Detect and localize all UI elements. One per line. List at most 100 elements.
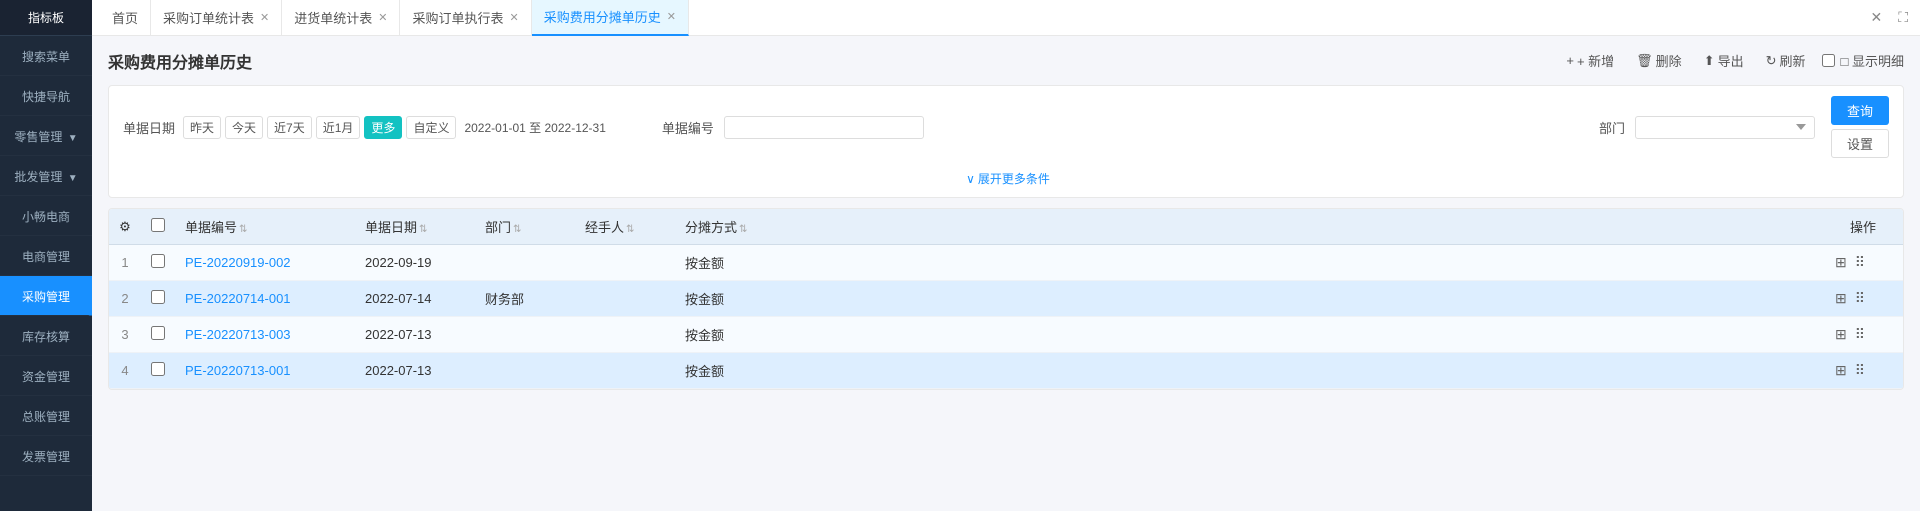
row-action-group: ⊞ ⠿ <box>1833 360 1893 381</box>
select-all-checkbox[interactable] <box>151 218 165 232</box>
tab-close-inbound-stats[interactable]: ✕ <box>378 11 387 24</box>
tab-close-purchase-order-stats[interactable]: ✕ <box>260 11 269 24</box>
tab-purchase-fee-history[interactable]: 采购费用分摊单历史 ✕ <box>532 0 689 36</box>
row-edit-icon[interactable]: ⊞ <box>1833 360 1849 381</box>
date-filter-group: 单据日期 昨天 今天 近7天 近1月 更多 自定义 2022-01-01 至 2… <box>123 116 606 139</box>
row-edit-icon[interactable]: ⊞ <box>1833 324 1849 345</box>
row-more-icon[interactable]: ⠿ <box>1853 324 1867 345</box>
tab-purchase-order-stats[interactable]: 采购订单统计表 ✕ <box>151 0 282 36</box>
table-row: 1 PE-20220919-002 2022-09-19 按金额 ⊞ ⠿ <box>109 245 1903 281</box>
doc-no-filter-group: 单据编号 <box>662 116 924 139</box>
doc-no-link[interactable]: PE-20220713-001 <box>185 363 291 378</box>
filter-area: 单据日期 昨天 今天 近7天 近1月 更多 自定义 2022-01-01 至 2… <box>108 85 1904 198</box>
row-checkbox[interactable] <box>151 326 165 340</box>
row-checkbox-cell <box>141 317 175 353</box>
filter-settings-button[interactable]: 设置 <box>1831 129 1889 158</box>
table-row: 4 PE-20220713-001 2022-07-13 按金额 ⊞ ⠿ <box>109 353 1903 389</box>
row-dept <box>475 353 575 389</box>
delete-button[interactable]: 🗑 删除 <box>1630 48 1688 73</box>
sidebar-item-wholesale[interactable]: 批发管理 ▼ <box>0 156 92 196</box>
add-button[interactable]: + + 新增 <box>1560 48 1620 73</box>
sidebar-item-miniapp[interactable]: 小畅电商 <box>0 196 92 236</box>
th-doc-no[interactable]: 单据编号⇅ <box>175 209 355 245</box>
show-column-button[interactable]: □ 显示明细 <box>1822 51 1904 70</box>
row-handler <box>575 281 675 317</box>
row-split-method: 按金额 <box>675 245 1823 281</box>
sidebar-item-ecommerce[interactable]: 电商管理 <box>0 236 92 276</box>
row-edit-icon[interactable]: ⊞ <box>1833 288 1849 309</box>
row-doc-date: 2022-07-13 <box>355 317 475 353</box>
th-doc-date[interactable]: 单据日期⇅ <box>355 209 475 245</box>
doc-no-link[interactable]: PE-20220713-003 <box>185 327 291 342</box>
row-more-icon[interactable]: ⠿ <box>1853 252 1867 273</box>
row-split-method: 按金额 <box>675 353 1823 389</box>
tab-close-purchase-fee-history[interactable]: ✕ <box>667 10 676 23</box>
data-table: ⚙ 单据编号⇅ 单据日期⇅ 部门⇅ <box>109 209 1903 389</box>
main-area: 首页 采购订单统计表 ✕ 进货单统计表 ✕ 采购订单执行表 ✕ 采购费用分摊单历… <box>92 0 1920 511</box>
close-all-tabs-icon[interactable]: ✕ <box>1866 7 1886 28</box>
sidebar-item-retail[interactable]: 零售管理 ▼ <box>0 116 92 156</box>
table-body: 1 PE-20220919-002 2022-09-19 按金额 ⊞ ⠿ 2 <box>109 245 1903 389</box>
row-more-icon[interactable]: ⠿ <box>1853 288 1867 309</box>
tab-close-purchase-order-exec[interactable]: ✕ <box>510 11 519 24</box>
row-checkbox[interactable] <box>151 362 165 376</box>
doc-no-link[interactable]: PE-20220714-001 <box>185 291 291 306</box>
row-num: 4 <box>109 353 141 389</box>
row-doc-no: PE-20220713-003 <box>175 317 355 353</box>
sidebar-item-invoice[interactable]: 发票管理 <box>0 436 92 476</box>
tab-inbound-stats[interactable]: 进货单统计表 ✕ <box>282 0 400 36</box>
row-handler <box>575 353 675 389</box>
page-header: 采购费用分摊单历史 + + 新增 🗑 删除 ⬆ 导出 ↻ 刷新 <box>108 48 1904 73</box>
th-settings[interactable]: ⚙ <box>109 209 141 245</box>
tab-home[interactable]: 首页 <box>100 0 151 36</box>
date-btn-1month[interactable]: 近1月 <box>316 116 361 139</box>
doc-no-link[interactable]: PE-20220919-002 <box>185 255 291 270</box>
query-buttons: 查询 设置 <box>1831 96 1889 158</box>
query-button[interactable]: 查询 <box>1831 96 1889 125</box>
row-action-group: ⊞ ⠿ <box>1833 324 1893 345</box>
sidebar-item-finance[interactable]: 资金管理 <box>0 356 92 396</box>
show-column-checkbox[interactable] <box>1822 54 1835 67</box>
doc-no-label: 单据编号 <box>662 118 714 137</box>
sidebar: 指标板 搜索菜单 快捷导航 零售管理 ▼ 批发管理 ▼ 小畅电商 电商管理 采购… <box>0 0 92 511</box>
th-action: 操作 <box>1823 209 1903 245</box>
row-doc-no: PE-20220713-001 <box>175 353 355 389</box>
date-btn-more[interactable]: 更多 <box>364 116 402 139</box>
row-actions-cell: ⊞ ⠿ <box>1823 281 1903 317</box>
tab-purchase-order-exec[interactable]: 采购订单执行表 ✕ <box>400 0 531 36</box>
table-settings-icon[interactable]: ⚙ <box>119 219 131 234</box>
row-checkbox-cell <box>141 245 175 281</box>
sidebar-item-purchase[interactable]: 采购管理 <box>0 276 92 316</box>
row-edit-icon[interactable]: ⊞ <box>1833 252 1849 273</box>
dept-select[interactable] <box>1635 116 1815 139</box>
page-title: 采购费用分摊单历史 <box>108 49 252 73</box>
export-button[interactable]: ⬆ 导出 <box>1698 48 1750 73</box>
dept-label: 部门 <box>1599 118 1625 137</box>
row-checkbox-cell <box>141 281 175 317</box>
th-dept[interactable]: 部门⇅ <box>475 209 575 245</box>
add-icon: + <box>1566 53 1574 68</box>
date-filter-label: 单据日期 <box>123 118 175 137</box>
sidebar-item-inventory[interactable]: 库存核算 <box>0 316 92 356</box>
refresh-button[interactable]: ↻ 刷新 <box>1760 48 1812 73</box>
fullscreen-icon[interactable]: ⛶ <box>1894 7 1912 28</box>
row-split-method: 按金额 <box>675 317 1823 353</box>
expand-conditions-button[interactable]: ∨ 展开更多条件 <box>962 170 1050 187</box>
date-range-display: 2022-01-01 至 2022-12-31 <box>464 119 605 136</box>
sidebar-item-ledger[interactable]: 总账管理 <box>0 396 92 436</box>
th-split-method[interactable]: 分摊方式⇅ <box>675 209 1823 245</box>
sidebar-item-search[interactable]: 搜索菜单 <box>0 36 92 76</box>
doc-no-input[interactable] <box>724 116 924 139</box>
th-handler[interactable]: 经手人⇅ <box>575 209 675 245</box>
date-btn-yesterday[interactable]: 昨天 <box>183 116 221 139</box>
date-btn-today[interactable]: 今天 <box>225 116 263 139</box>
date-btn-7days[interactable]: 近7天 <box>267 116 312 139</box>
row-doc-date: 2022-09-19 <box>355 245 475 281</box>
row-checkbox[interactable] <box>151 290 165 304</box>
row-checkbox[interactable] <box>151 254 165 268</box>
date-btn-custom[interactable]: 自定义 <box>406 116 456 139</box>
sidebar-item-shortcut[interactable]: 快捷导航 <box>0 76 92 116</box>
row-more-icon[interactable]: ⠿ <box>1853 360 1867 381</box>
chevron-down-icon: ∨ <box>966 172 975 186</box>
row-actions-cell: ⊞ ⠿ <box>1823 245 1903 281</box>
